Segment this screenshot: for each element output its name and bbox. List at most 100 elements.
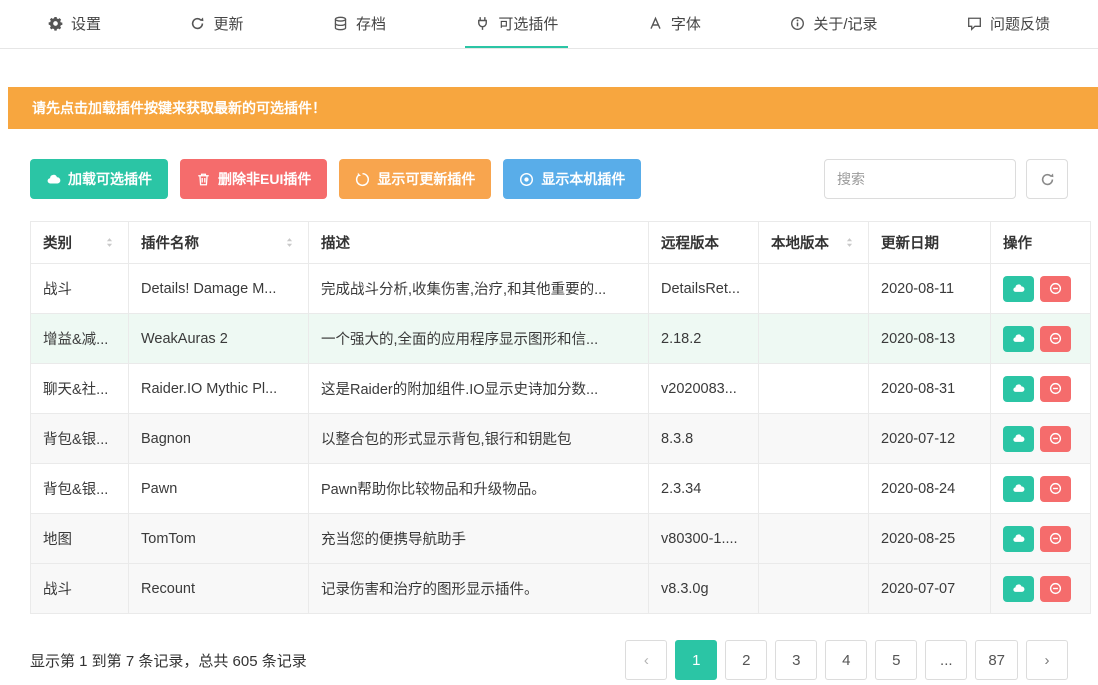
table-row[interactable]: 战斗 Recount 记录伤害和治疗的图形显示插件。 v8.3.0g 2020-…: [30, 563, 1091, 614]
refresh-table-button[interactable]: [1026, 159, 1068, 199]
tab-update[interactable]: 更新: [180, 0, 253, 48]
cell-description: 一个强大的,全面的应用程序显示图形和信...: [308, 313, 649, 364]
tab-about[interactable]: 关于/记录: [780, 0, 887, 48]
cell-category: 背包&银...: [30, 463, 129, 514]
pagination-page-button[interactable]: 5: [875, 640, 918, 680]
cell-description: 完成战斗分析,收集伤害,治疗,和其他重要的...: [308, 263, 649, 314]
table-row[interactable]: 背包&银... Bagnon 以整合包的形式显示背包,银行和钥匙包 8.3.8 …: [30, 413, 1091, 464]
cell-update-date: 2020-08-24: [868, 463, 991, 514]
pagination-page-button[interactable]: 2: [725, 640, 768, 680]
download-addon-button[interactable]: [1003, 275, 1034, 302]
download-addon-button[interactable]: [1003, 475, 1034, 502]
pagination-prev-button[interactable]: ‹: [625, 640, 668, 680]
remove-addon-button[interactable]: [1040, 425, 1071, 452]
cell-local-version: [758, 563, 869, 614]
cell-description: 记录伤害和治疗的图形显示插件。: [308, 563, 649, 614]
sort-icon[interactable]: [843, 236, 856, 249]
update-circle-icon: [355, 172, 370, 187]
cloud-download-icon: [1012, 482, 1025, 495]
download-addon-button[interactable]: [1003, 325, 1034, 352]
comment-icon: [967, 16, 982, 31]
pagination-page-button[interactable]: 1: [675, 640, 718, 680]
column-label: 操作: [1003, 236, 1032, 252]
column-header-category[interactable]: 类别: [30, 221, 129, 264]
tab-settings[interactable]: 设置: [38, 0, 111, 48]
cell-description: 充当您的便携导航助手: [308, 513, 649, 564]
cloud-download-icon: [1012, 532, 1025, 545]
remove-circle-icon: [1049, 382, 1062, 395]
cell-local-version: [758, 513, 869, 564]
remove-circle-icon: [1049, 282, 1062, 295]
cell-name: TomTom: [128, 513, 309, 564]
load-plugins-button[interactable]: 加载可选插件: [30, 159, 168, 199]
cell-actions: [990, 563, 1091, 614]
cell-remote-version: 2.18.2: [648, 313, 759, 364]
cell-category: 背包&银...: [30, 413, 129, 464]
column-header-actions: 操作: [990, 221, 1091, 264]
download-addon-button[interactable]: [1003, 425, 1034, 452]
font-icon: [648, 16, 663, 31]
toolbar: 加载可选插件 删除非EUI插件 显示可更新插件 显示本机插件: [30, 159, 1068, 199]
show-local-button[interactable]: 显示本机插件: [503, 159, 642, 199]
remove-circle-icon: [1049, 532, 1062, 545]
column-header-name[interactable]: 插件名称: [128, 221, 309, 264]
tab-feedback[interactable]: 问题反馈: [957, 0, 1060, 48]
archive-icon: [333, 16, 348, 31]
table-row[interactable]: 背包&银... Pawn Pawn帮助你比较物品和升级物品。 2.3.34 20…: [30, 463, 1091, 514]
remove-addon-button[interactable]: [1040, 375, 1071, 402]
remove-addon-button[interactable]: [1040, 275, 1071, 302]
table-footer: 显示第 1 到第 7 条记录，总共 605 条记录 ‹ 1 2 3 4 5 ..…: [30, 640, 1068, 680]
remove-addon-button[interactable]: [1040, 575, 1071, 602]
table-row[interactable]: 战斗 Details! Damage M... 完成战斗分析,收集伤害,治疗,和…: [30, 263, 1091, 314]
tab-fonts[interactable]: 字体: [638, 0, 711, 48]
tab-label: 存档: [355, 15, 386, 33]
cloud-download-icon: [1012, 582, 1025, 595]
alert-text: 请先点击加载插件按键来获取最新的可选插件！: [32, 100, 326, 116]
cell-description: 这是Raider的附加组件.IO显示史诗加分数...: [308, 363, 649, 414]
cloud-download-icon: [1012, 432, 1025, 445]
cell-local-version: [758, 413, 869, 464]
cloud-download-icon: [1012, 332, 1025, 345]
table-row[interactable]: 地图 TomTom 充当您的便携导航助手 v80300-1.... 2020-0…: [30, 513, 1091, 564]
cell-remote-version: 8.3.8: [648, 413, 759, 464]
pagination-next-button[interactable]: ›: [1026, 640, 1068, 680]
column-header-update-date: 更新日期: [868, 221, 991, 264]
sort-icon[interactable]: [283, 236, 296, 249]
tab-optional-plugins[interactable]: 可选插件: [465, 0, 569, 48]
button-label: 加载可选插件: [68, 171, 152, 187]
cell-remote-version: 2.3.34: [648, 463, 759, 514]
download-addon-button[interactable]: [1003, 575, 1034, 602]
download-addon-button[interactable]: [1003, 375, 1034, 402]
remove-addon-button[interactable]: [1040, 525, 1071, 552]
column-header-local-version[interactable]: 本地版本: [758, 221, 869, 264]
show-updatable-button[interactable]: 显示可更新插件: [339, 159, 492, 199]
tab-label: 问题反馈: [989, 15, 1050, 33]
column-label: 类别: [43, 236, 72, 252]
button-label: 显示本机插件: [541, 171, 626, 187]
pagination-ellipsis-button[interactable]: ...: [925, 640, 968, 680]
sort-icon[interactable]: [103, 236, 116, 249]
remove-addon-button[interactable]: [1040, 325, 1071, 352]
gear-icon: [48, 16, 63, 31]
cell-local-version: [758, 313, 869, 364]
column-label: 更新日期: [881, 236, 939, 252]
cell-actions: [990, 363, 1091, 414]
search-input[interactable]: [824, 159, 1016, 199]
remove-circle-icon: [1049, 332, 1062, 345]
delete-non-eui-button[interactable]: 删除非EUI插件: [180, 159, 328, 199]
cell-category: 战斗: [30, 563, 129, 614]
cell-name: Bagnon: [128, 413, 309, 464]
column-label: 远程版本: [661, 236, 719, 252]
remove-addon-button[interactable]: [1040, 475, 1071, 502]
tab-archive[interactable]: 存档: [323, 0, 396, 48]
table-row[interactable]: 增益&减... WeakAuras 2 一个强大的,全面的应用程序显示图形和信.…: [30, 313, 1091, 364]
pagination-page-button[interactable]: 87: [975, 640, 1018, 680]
tab-label: 可选插件: [498, 15, 559, 33]
cell-name: Details! Damage M...: [128, 263, 309, 314]
pagination-page-button[interactable]: 3: [775, 640, 818, 680]
pagination-page-button[interactable]: 4: [825, 640, 868, 680]
table-row[interactable]: 聊天&社... Raider.IO Mythic Pl... 这是Raider的…: [30, 363, 1091, 414]
cell-remote-version: v8.3.0g: [648, 563, 759, 614]
download-addon-button[interactable]: [1003, 525, 1034, 552]
cell-actions: [990, 313, 1091, 364]
